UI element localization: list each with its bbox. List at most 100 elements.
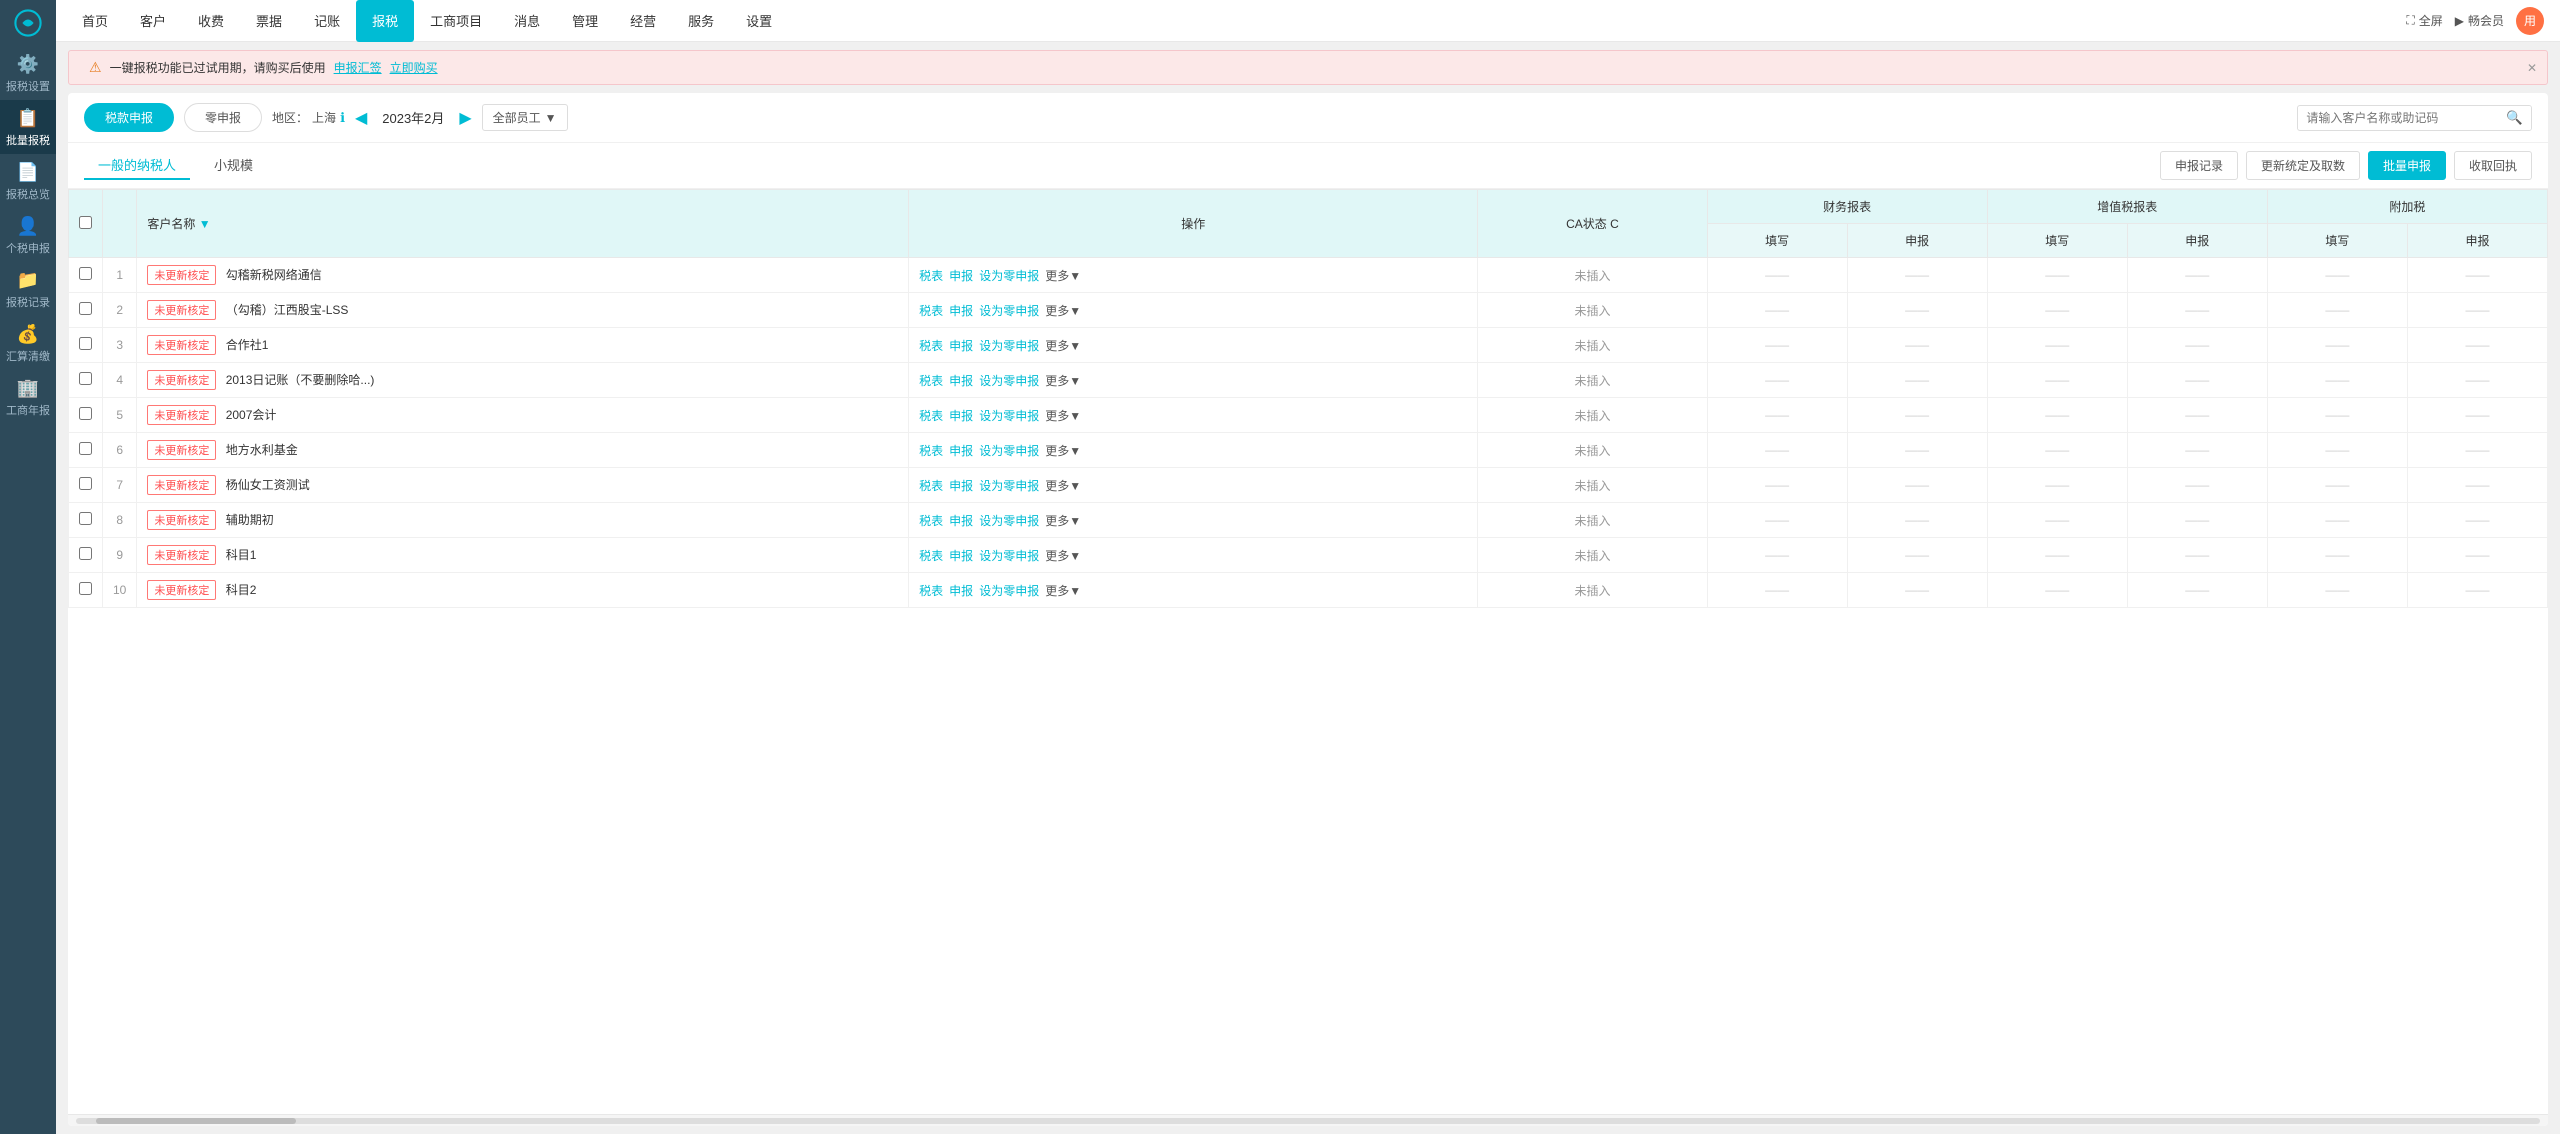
update-stats-button[interactable]: 更新统定及取数 [2246,151,2360,180]
horizontal-scrollbar[interactable] [68,1114,2548,1126]
op-more[interactable]: 更多▼ [1045,442,1081,459]
op-zero-declare[interactable]: 设为零申报 [979,337,1039,354]
op-more[interactable]: 更多▼ [1045,267,1081,284]
op-zero-declare[interactable]: 设为零申报 [979,512,1039,529]
op-declare[interactable]: 申报 [949,302,973,319]
op-tax-table[interactable]: 税表 [919,302,943,319]
sidebar-item-label: 汇算清缴 [6,348,50,364]
op-zero-declare[interactable]: 设为零申报 [979,547,1039,564]
sidebar-item-huisuanqingjiao[interactable]: 💰 汇算清缴 [0,316,56,370]
nav-customer[interactable]: 客户 [124,0,182,42]
op-tax-table[interactable]: 税表 [919,337,943,354]
tab-tax-declaration[interactable]: 税款申报 [84,103,174,132]
op-zero-declare[interactable]: 设为零申报 [979,477,1039,494]
op-tax-table[interactable]: 税表 [919,512,943,529]
row-fjsb-fill: —— [2267,328,2407,363]
taxpayer-tab-small[interactable]: 小规模 [200,151,267,180]
avatar[interactable]: 用 [2516,7,2544,35]
taxpayer-tab-general[interactable]: 一般的纳税人 [84,151,190,180]
op-more[interactable]: 更多▼ [1045,372,1081,389]
staff-select[interactable]: 全部员工 ▼ [482,104,568,131]
op-zero-declare[interactable]: 设为零申报 [979,267,1039,284]
row-sbbb-report: —— [2127,258,2267,293]
sidebar-item-baoshuizonglan[interactable]: 📄 报税总览 [0,154,56,208]
op-tax-table[interactable]: 税表 [919,372,943,389]
op-declare[interactable]: 申报 [949,477,973,494]
op-more[interactable]: 更多▼ [1045,407,1081,424]
op-declare[interactable]: 申报 [949,372,973,389]
row-name: 未更新核定 合作社1 [137,328,909,363]
nav-tax[interactable]: 报税 [356,0,414,42]
row-checkbox[interactable] [79,442,92,455]
op-zero-declare[interactable]: 设为零申报 [979,407,1039,424]
nav-manage[interactable]: 管理 [556,0,614,42]
row-checkbox[interactable] [79,337,92,350]
nav-service[interactable]: 服务 [672,0,730,42]
nav-message[interactable]: 消息 [498,0,556,42]
date-next-button[interactable]: ▶ [459,108,471,128]
row-sbbb-fill: —— [1987,433,2127,468]
fullscreen-button[interactable]: ⛶ 全屏 [2406,12,2442,29]
op-zero-declare[interactable]: 设为零申报 [979,372,1039,389]
row-checkbox[interactable] [79,477,92,490]
nav-fee[interactable]: 收费 [182,0,240,42]
sidebar-item-baoshuijilu[interactable]: 📁 报税记录 [0,262,56,316]
nav-bookkeeping[interactable]: 记账 [298,0,356,42]
sidebar-item-gongshang[interactable]: 🏢 工商年报 [0,370,56,424]
banner-close-icon[interactable]: ✕ [2527,61,2537,75]
batch-declare-button[interactable]: 批量申报 [2368,151,2446,180]
banner-link-buy[interactable]: 立即购买 [390,59,438,76]
search-input[interactable] [2298,107,2498,129]
op-tax-table[interactable]: 税表 [919,477,943,494]
sidebar-item-baoshuishezhi[interactable]: ⚙️ 报税设置 [0,46,56,100]
op-zero-declare[interactable]: 设为零申报 [979,442,1039,459]
sidebar-item-piliangshuibao[interactable]: 📋 批量报税 [0,100,56,154]
table-row: 9 未更新核定 科目1 税表 申报 设为零申报 更多▼ 未插入 —— —— ——… [69,538,2548,573]
nav-operation[interactable]: 经营 [614,0,672,42]
op-more[interactable]: 更多▼ [1045,302,1081,319]
row-checkbox[interactable] [79,372,92,385]
op-tax-table[interactable]: 税表 [919,267,943,284]
op-more[interactable]: 更多▼ [1045,337,1081,354]
tab-zero-declaration[interactable]: 零申报 [184,103,262,132]
collect-receipt-button[interactable]: 收取回执 [2454,151,2532,180]
upgrade-icon: ▶ [2455,14,2464,28]
op-declare[interactable]: 申报 [949,337,973,354]
nav-home[interactable]: 首页 [66,0,124,42]
row-checkbox[interactable] [79,267,92,280]
declaration-record-button[interactable]: 申报记录 [2160,151,2238,180]
op-more[interactable]: 更多▼ [1045,477,1081,494]
row-checkbox[interactable] [79,512,92,525]
op-declare[interactable]: 申报 [949,442,973,459]
sidebar-item-geshui[interactable]: 👤 个税申报 [0,208,56,262]
row-checkbox[interactable] [79,407,92,420]
op-tax-table[interactable]: 税表 [919,407,943,424]
op-declare[interactable]: 申报 [949,407,973,424]
banner-link-huiqian[interactable]: 申报汇签 [334,59,382,76]
search-button[interactable]: 🔍 [2498,106,2531,130]
date-prev-button[interactable]: ◀ [355,108,367,128]
row-company-name: 地方水利基金 [226,443,298,457]
op-declare[interactable]: 申报 [949,582,973,599]
nav-settings[interactable]: 设置 [730,0,788,42]
nav-business[interactable]: 工商项目 [414,0,498,42]
select-all-checkbox[interactable] [79,216,92,229]
op-zero-declare[interactable]: 设为零申报 [979,302,1039,319]
row-checkbox[interactable] [79,547,92,560]
op-declare[interactable]: 申报 [949,267,973,284]
row-checkbox[interactable] [79,582,92,595]
row-ca-status: 未插入 [1478,538,1707,573]
op-more[interactable]: 更多▼ [1045,547,1081,564]
row-checkbox[interactable] [79,302,92,315]
op-zero-declare[interactable]: 设为零申报 [979,582,1039,599]
upgrade-button[interactable]: ▶ 畅会员 [2455,12,2504,29]
op-tax-table[interactable]: 税表 [919,547,943,564]
op-tax-table[interactable]: 税表 [919,442,943,459]
op-declare[interactable]: 申报 [949,547,973,564]
op-more[interactable]: 更多▼ [1045,512,1081,529]
op-more[interactable]: 更多▼ [1045,582,1081,599]
op-declare[interactable]: 申报 [949,512,973,529]
nav-invoice[interactable]: 票据 [240,0,298,42]
row-ca-status: 未插入 [1478,293,1707,328]
op-tax-table[interactable]: 税表 [919,582,943,599]
